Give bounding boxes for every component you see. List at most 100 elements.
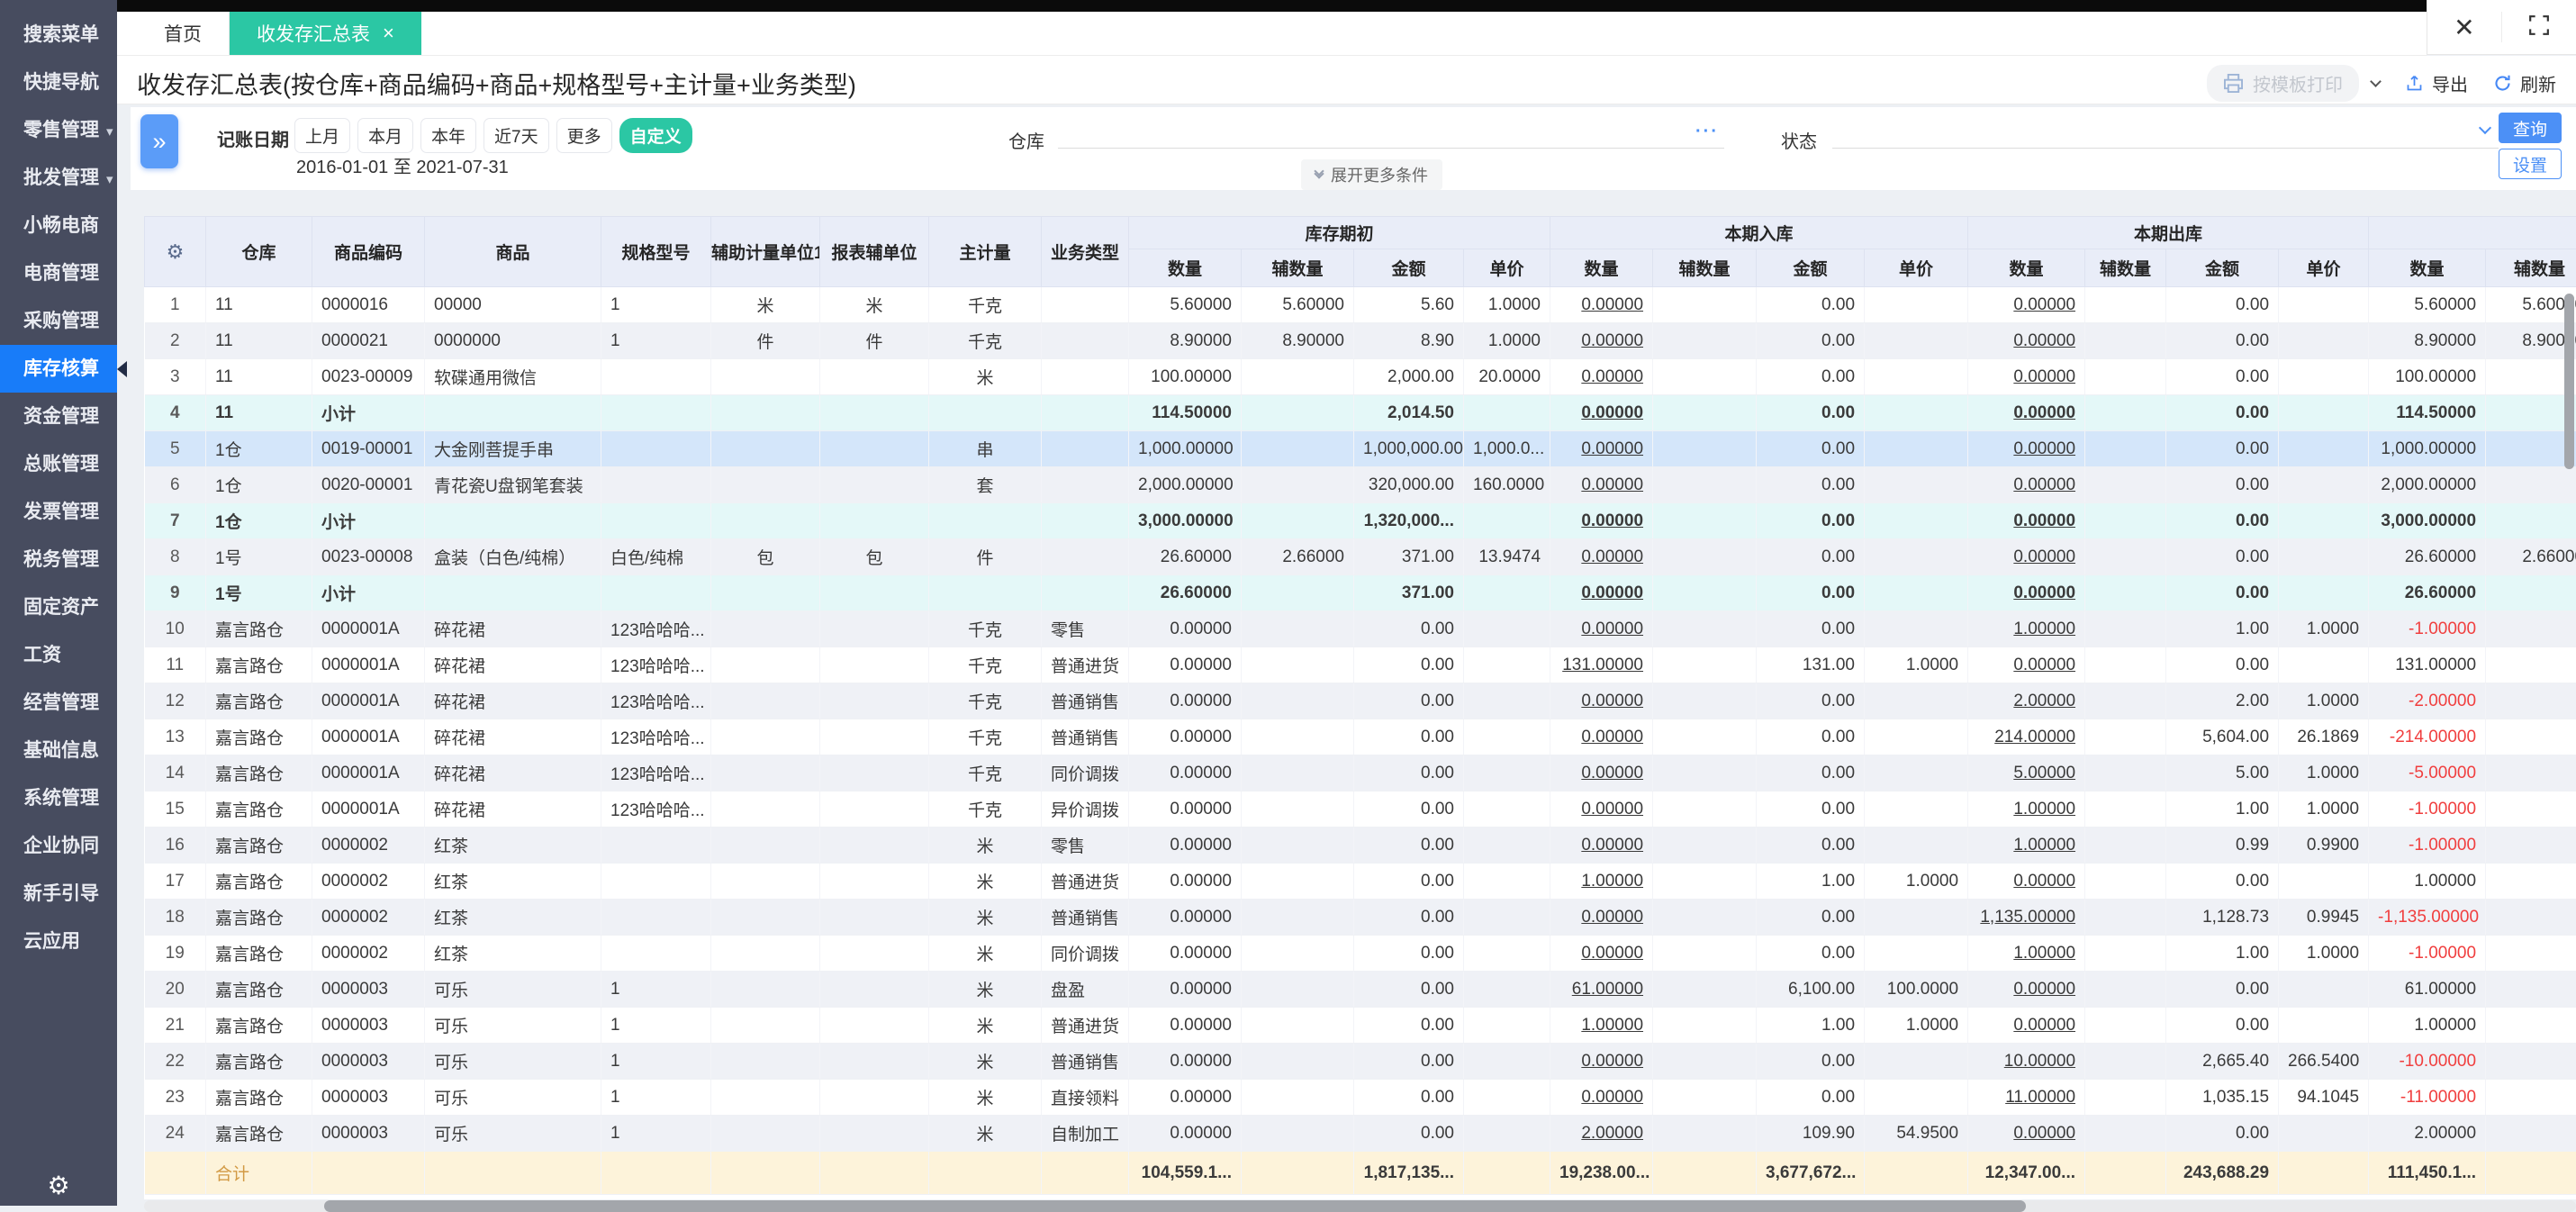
cell-in_qty[interactable]: 0.00000 xyxy=(1550,900,1653,936)
refresh-button[interactable]: 刷新 xyxy=(2493,70,2556,96)
cell-out_qty[interactable]: 0.00000 xyxy=(1968,647,2085,683)
horizontal-scrollbar-thumb[interactable] xyxy=(324,1200,2026,1212)
cell-out_qty[interactable]: 11.00000 xyxy=(1968,1080,2085,1116)
table-row[interactable]: 16嘉言路仓0000002红茶米零售0.000000.000.000000.00… xyxy=(145,828,2576,864)
sidebar-settings-gear-icon[interactable]: ⚙ xyxy=(0,1171,117,1200)
cell-out_qty[interactable]: 10.00000 xyxy=(1968,1044,2085,1080)
cell-in_qty[interactable]: 0.00000 xyxy=(1550,755,1653,791)
sidebar-item[interactable]: 税务管理 xyxy=(0,536,117,583)
table-row[interactable]: 15嘉言路仓0000001A碎花裙123哈哈哈...千克异价调拨0.000000… xyxy=(145,791,2576,828)
sidebar-item[interactable]: 基础信息 xyxy=(0,727,117,774)
close-window-icon[interactable]: ✕ xyxy=(2454,13,2474,42)
warehouse-input[interactable]: ··· xyxy=(1058,113,1724,149)
sidebar-item[interactable]: 小畅电商 xyxy=(0,202,117,249)
cell-in_qty[interactable]: 0.00000 xyxy=(1550,1080,1653,1116)
collapse-filter-button[interactable]: » xyxy=(140,114,178,168)
table-row[interactable]: 211000002100000001件件千克8.900008.900008.90… xyxy=(145,323,2576,359)
query-button[interactable]: 查询 xyxy=(2499,113,2562,143)
warehouse-picker-ellipsis-icon[interactable]: ··· xyxy=(1695,122,1719,142)
expand-more-conditions-button[interactable]: 展开更多条件 xyxy=(1301,159,1442,190)
table-row[interactable]: 22嘉言路仓0000003可乐1米普通销售0.000000.000.000000… xyxy=(145,1044,2576,1080)
cell-in_qty[interactable]: 61.00000 xyxy=(1550,972,1653,1008)
cell-in_qty[interactable]: 0.00000 xyxy=(1550,611,1653,647)
cell-out_qty[interactable]: 1.00000 xyxy=(1968,611,2085,647)
table-row[interactable]: 71仓小计3,000.000001,320,000...0.000000.000… xyxy=(145,503,2576,539)
table-row[interactable]: 91号小计26.60000371.000.000000.000.000000.0… xyxy=(145,575,2576,611)
sidebar-item[interactable]: 工资 xyxy=(0,631,117,679)
status-dropdown-chevron-icon[interactable] xyxy=(2479,122,2491,134)
cell-in_qty[interactable]: 0.00000 xyxy=(1550,359,1653,395)
table-row[interactable]: 21嘉言路仓0000003可乐1米普通进货0.000000.001.000001… xyxy=(145,1008,2576,1044)
cell-out_qty[interactable]: 1.00000 xyxy=(1968,936,2085,972)
export-button[interactable]: 导出 xyxy=(2405,70,2468,96)
tab-active[interactable]: 收发存汇总表× xyxy=(230,12,421,55)
table-row[interactable]: 20嘉言路仓0000003可乐1米盘盈0.000000.0061.000006,… xyxy=(145,972,2576,1008)
horizontal-scrollbar-track[interactable] xyxy=(144,1200,2576,1212)
close-tab-icon[interactable]: × xyxy=(383,23,394,43)
cell-out_qty[interactable]: 0.00000 xyxy=(1968,1116,2085,1152)
cell-in_qty[interactable]: 0.00000 xyxy=(1550,323,1653,359)
cell-out_qty[interactable]: 1.00000 xyxy=(1968,828,2085,864)
date-pill[interactable]: 近7天 xyxy=(484,118,549,153)
print-by-template-button[interactable]: 按模板打印 xyxy=(2207,65,2359,102)
sidebar-item[interactable]: 云应用 xyxy=(0,918,117,965)
cell-in_qty[interactable]: 0.00000 xyxy=(1550,431,1653,467)
status-select[interactable] xyxy=(1832,113,2499,149)
table-row[interactable]: 61仓0020-00001青花瓷U盘钢笔套装套2,000.00000320,00… xyxy=(145,467,2576,503)
sidebar-item[interactable]: 总账管理 xyxy=(0,440,117,488)
table-row[interactable]: 18嘉言路仓0000002红茶米普通销售0.000000.000.000000.… xyxy=(145,900,2576,936)
fullscreen-icon[interactable] xyxy=(2528,14,2550,41)
table-row[interactable]: 12嘉言路仓0000001A碎花裙123哈哈哈...千克普通销售0.000000… xyxy=(145,683,2576,719)
cell-out_qty[interactable]: 0.00000 xyxy=(1968,395,2085,431)
cell-out_qty[interactable]: 0.00000 xyxy=(1968,359,2085,395)
cell-out_qty[interactable]: 0.00000 xyxy=(1968,467,2085,503)
table-row[interactable]: 11嘉言路仓0000001A碎花裙123哈哈哈...千克普通进货0.000000… xyxy=(145,647,2576,683)
cell-out_qty[interactable]: 0.00000 xyxy=(1968,503,2085,539)
cell-in_qty[interactable]: 2.00000 xyxy=(1550,1116,1653,1152)
sidebar-item[interactable]: 发票管理 xyxy=(0,488,117,536)
sidebar-item[interactable]: 采购管理 xyxy=(0,297,117,345)
sidebar-item[interactable]: 快捷导航 xyxy=(0,59,117,106)
date-pill[interactable]: 本月 xyxy=(357,118,413,153)
cell-in_qty[interactable]: 1.00000 xyxy=(1550,864,1653,900)
tab[interactable]: 首页 xyxy=(137,12,230,55)
cell-out_qty[interactable]: 0.00000 xyxy=(1968,431,2085,467)
table-row[interactable]: 23嘉言路仓0000003可乐1米直接领料0.000000.000.000000… xyxy=(145,1080,2576,1116)
cell-out_qty[interactable]: 1,135.00000 xyxy=(1968,900,2085,936)
cell-out_qty[interactable]: 1.00000 xyxy=(1968,791,2085,828)
cell-in_qty[interactable]: 0.00000 xyxy=(1550,683,1653,719)
cell-in_qty[interactable]: 0.00000 xyxy=(1550,395,1653,431)
cell-out_qty[interactable]: 0.00000 xyxy=(1968,323,2085,359)
table-row[interactable]: 10嘉言路仓0000001A碎花裙123哈哈哈...千克零售0.000000.0… xyxy=(145,611,2576,647)
cell-out_qty[interactable]: 0.00000 xyxy=(1968,287,2085,323)
cell-in_qty[interactable]: 0.00000 xyxy=(1550,791,1653,828)
sidebar-item[interactable]: 零售管理▾ xyxy=(0,106,117,154)
cell-out_qty[interactable]: 0.00000 xyxy=(1968,575,2085,611)
table-row[interactable]: 1110000016000001米米千克5.600005.600005.601.… xyxy=(145,287,2576,323)
print-dropdown-chevron-icon[interactable] xyxy=(2370,76,2382,87)
column-settings-gear-icon[interactable]: ⚙ xyxy=(167,240,185,263)
table-row[interactable]: 17嘉言路仓0000002红茶米普通进货0.000000.001.000001.… xyxy=(145,864,2576,900)
sidebar-item[interactable]: 搜索菜单 xyxy=(0,11,117,59)
cell-out_qty[interactable]: 214.00000 xyxy=(1968,719,2085,755)
cell-in_qty[interactable]: 0.00000 xyxy=(1550,719,1653,755)
sidebar-item[interactable]: 资金管理 xyxy=(0,393,117,440)
cell-out_qty[interactable]: 0.00000 xyxy=(1968,539,2085,575)
table-row[interactable]: 411小计114.500002,014.500.000000.000.00000… xyxy=(145,395,2576,431)
cell-out_qty[interactable]: 0.00000 xyxy=(1968,864,2085,900)
table-row[interactable]: 51仓0019-00001大金刚菩提手串串1,000.000001,000,00… xyxy=(145,431,2576,467)
cell-in_qty[interactable]: 131.00000 xyxy=(1550,647,1653,683)
cell-out_qty[interactable]: 2.00000 xyxy=(1968,683,2085,719)
cell-in_qty[interactable]: 0.00000 xyxy=(1550,936,1653,972)
cell-out_qty[interactable]: 0.00000 xyxy=(1968,1008,2085,1044)
cell-in_qty[interactable]: 1.00000 xyxy=(1550,1008,1653,1044)
cell-in_qty[interactable]: 0.00000 xyxy=(1550,503,1653,539)
table-row[interactable]: 3110023-00009软碟通用微信米100.000002,000.0020.… xyxy=(145,359,2576,395)
date-pill-custom[interactable]: 自定义 xyxy=(619,118,692,153)
sidebar-item[interactable]: 企业协同 xyxy=(0,822,117,870)
sidebar-item[interactable]: 固定资产 xyxy=(0,583,117,631)
sidebar-item[interactable]: 新手引导 xyxy=(0,870,117,918)
date-pill[interactable]: 上月 xyxy=(294,118,350,153)
cell-in_qty[interactable]: 0.00000 xyxy=(1550,467,1653,503)
table-row[interactable]: 24嘉言路仓0000003可乐1米自制加工0.000000.002.000001… xyxy=(145,1116,2576,1152)
